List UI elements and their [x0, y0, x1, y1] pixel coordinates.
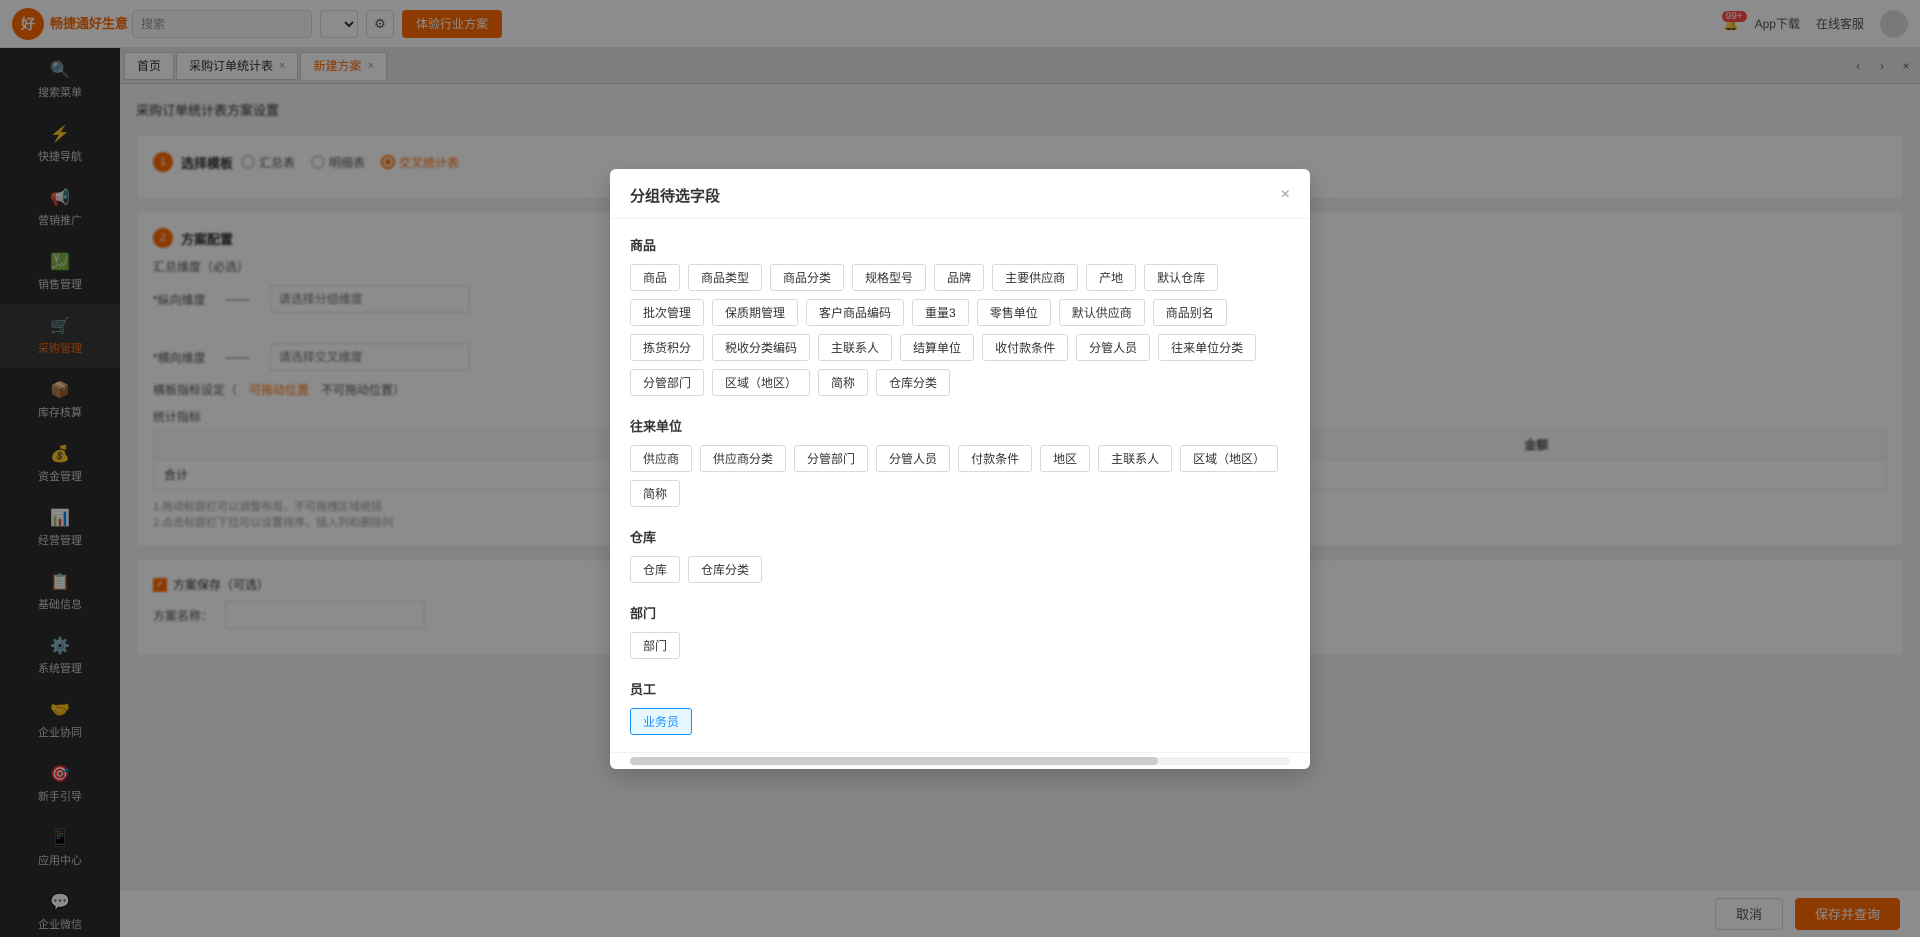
field-group-dept: 部门部门: [630, 603, 1290, 659]
field-group-staff: 员工业务员: [630, 679, 1290, 735]
field-chip-short-name[interactable]: 简称: [818, 369, 868, 396]
field-chip-mgmt-staff[interactable]: 分管人员: [876, 445, 950, 472]
field-group-title-partner: 往来单位: [630, 416, 1290, 435]
field-chips-staff: 业务员: [630, 708, 1290, 735]
field-chip-region[interactable]: 区域（地区）: [712, 369, 810, 396]
modal-close-button[interactable]: ×: [1281, 186, 1290, 204]
field-chip-dept-manager[interactable]: 分管人员: [1076, 334, 1150, 361]
field-group-partner: 往来单位供应商供应商分类分管部门分管人员付款条件地区主联系人区域（地区） 简称: [630, 416, 1290, 507]
field-chip-supplier-category[interactable]: 供应商分类: [700, 445, 786, 472]
field-chip-supplier[interactable]: 供应商: [630, 445, 692, 472]
field-chip-brand[interactable]: 品牌: [934, 264, 984, 291]
modal-header: 分组待选字段 ×: [610, 169, 1310, 219]
modal-body: 商品商品商品类型商品分类规格型号品牌主要供应商产地默认仓库批次管理保质期管理客户…: [610, 219, 1310, 752]
field-chip-main-contact2[interactable]: 主联系人: [1098, 445, 1172, 472]
field-chip-customer-code[interactable]: 客户商品编码: [806, 299, 904, 326]
field-group-title-dept: 部门: [630, 603, 1290, 622]
field-chip-default-warehouse[interactable]: 默认仓库: [1144, 264, 1218, 291]
modal: 分组待选字段 × 商品商品商品类型商品分类规格型号品牌主要供应商产地默认仓库批次…: [610, 169, 1310, 769]
scrollbar-thumb: [630, 757, 1158, 765]
field-chip-default-supplier[interactable]: 默认供应商: [1059, 299, 1145, 326]
field-chip-retail-unit[interactable]: 零售单位: [977, 299, 1051, 326]
field-chip-warehouse-cat[interactable]: 仓库分类: [688, 556, 762, 583]
field-chip-mgmt-dept[interactable]: 分管部门: [630, 369, 704, 396]
field-chip-origin[interactable]: 产地: [1086, 264, 1136, 291]
field-chips-goods: 商品商品类型商品分类规格型号品牌主要供应商产地默认仓库批次管理保质期管理客户商品…: [630, 264, 1290, 396]
field-chip-goods-alias[interactable]: 商品别名: [1153, 299, 1227, 326]
field-chip-mgmt-dept2[interactable]: 分管部门: [794, 445, 868, 472]
field-chip-warehouse[interactable]: 仓库: [630, 556, 680, 583]
modal-scrollbar-area: [610, 752, 1310, 769]
field-chip-short-name2[interactable]: 简称: [630, 480, 680, 507]
field-chip-region2[interactable]: 地区: [1040, 445, 1090, 472]
field-chip-payment-terms[interactable]: 收付款条件: [982, 334, 1068, 361]
modal-overlay: 分组待选字段 × 商品商品商品类型商品分类规格型号品牌主要供应商产地默认仓库批次…: [0, 0, 1920, 937]
field-chip-goods[interactable]: 商品: [630, 264, 680, 291]
field-chip-main-supplier[interactable]: 主要供应商: [992, 264, 1078, 291]
field-chip-goods-type[interactable]: 商品类型: [688, 264, 762, 291]
field-chip-main-contact[interactable]: 主联系人: [818, 334, 892, 361]
field-chips-dept: 部门: [630, 632, 1290, 659]
field-chip-quality-period[interactable]: 保质期管理: [712, 299, 798, 326]
field-group-title-goods: 商品: [630, 235, 1290, 254]
field-chip-warehouse-category[interactable]: 仓库分类: [876, 369, 950, 396]
field-chip-dept[interactable]: 部门: [630, 632, 680, 659]
field-group-title-staff: 员工: [630, 679, 1290, 698]
field-chip-tax-code[interactable]: 税收分类编码: [712, 334, 810, 361]
field-group-title-warehouse: 仓库: [630, 527, 1290, 546]
field-chip-payment-cond[interactable]: 付款条件: [958, 445, 1032, 472]
field-chip-goods-category[interactable]: 商品分类: [770, 264, 844, 291]
modal-title: 分组待选字段: [630, 185, 720, 206]
field-chip-region3[interactable]: 区域（地区）: [1180, 445, 1278, 472]
field-chip-batch-mgmt[interactable]: 批次管理: [630, 299, 704, 326]
field-chip-salesperson[interactable]: 业务员: [630, 708, 692, 735]
field-chip-weight3[interactable]: 重量3: [912, 299, 969, 326]
field-chips-partner: 供应商供应商分类分管部门分管人员付款条件地区主联系人区域（地区） 简称: [630, 445, 1290, 507]
field-group-warehouse: 仓库仓库仓库分类: [630, 527, 1290, 583]
field-group-goods: 商品商品商品类型商品分类规格型号品牌主要供应商产地默认仓库批次管理保质期管理客户…: [630, 235, 1290, 396]
field-chip-pick-score[interactable]: 拣货积分: [630, 334, 704, 361]
horizontal-scrollbar[interactable]: [630, 757, 1290, 765]
field-chips-warehouse: 仓库仓库分类: [630, 556, 1290, 583]
field-chip-source-unit-category[interactable]: 往来单位分类: [1158, 334, 1256, 361]
field-chip-spec-type[interactable]: 规格型号: [852, 264, 926, 291]
field-chip-settlement-unit[interactable]: 结算单位: [900, 334, 974, 361]
